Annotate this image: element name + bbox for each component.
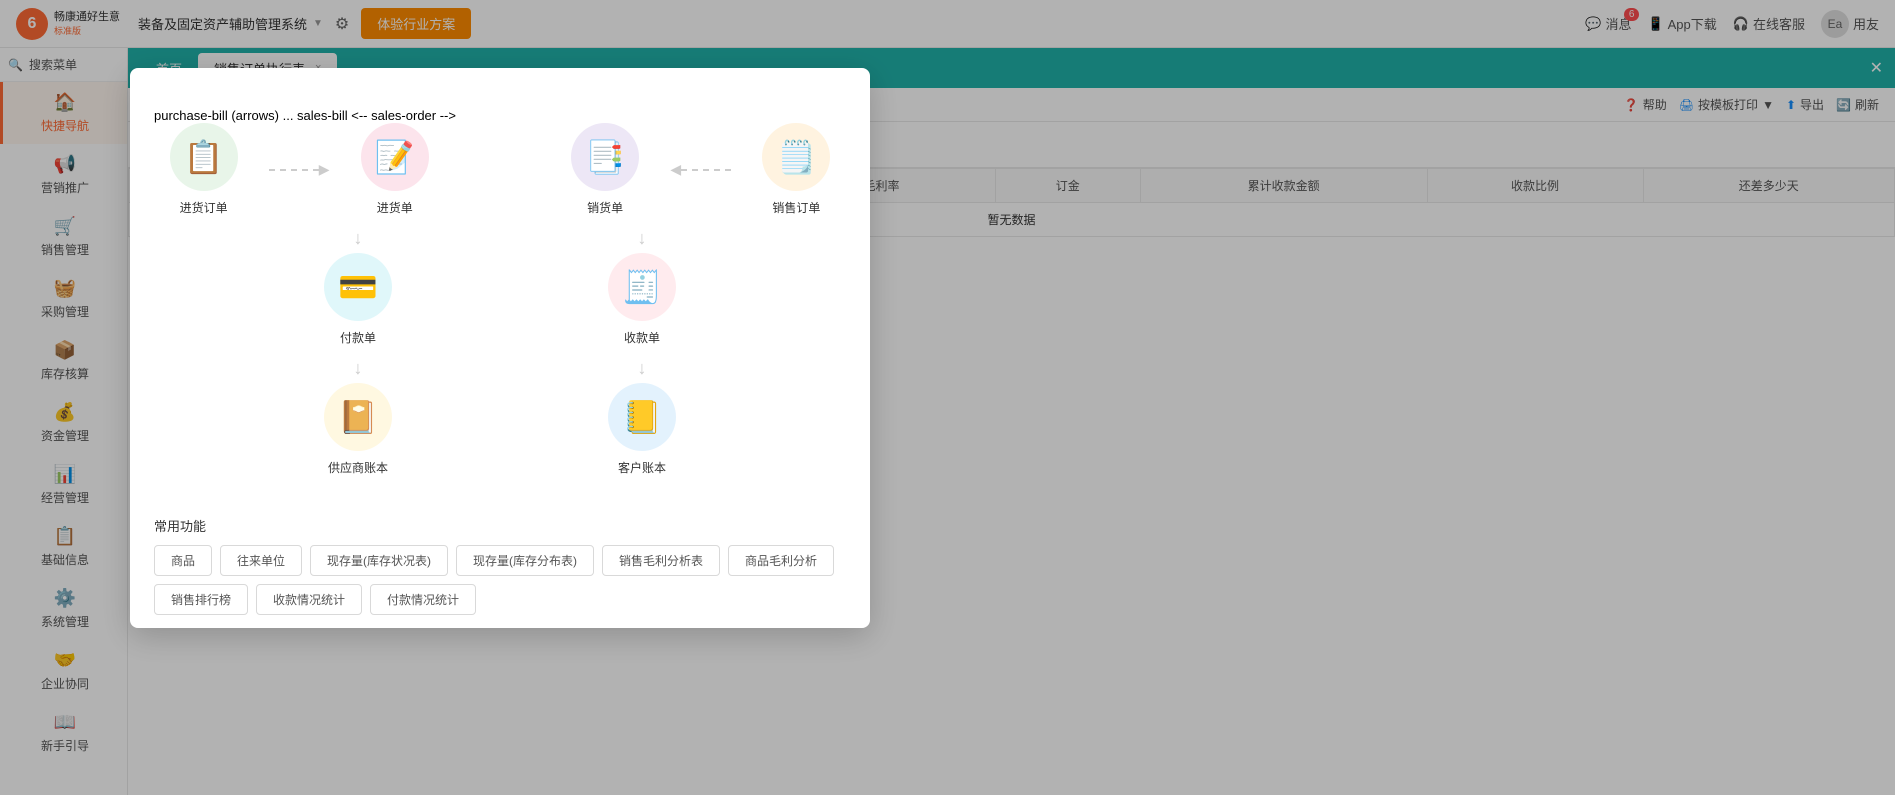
func-btn-sales-gross[interactable]: 销售毛利分析表 [602, 545, 720, 576]
arrow-sb-down: ↓ [608, 228, 676, 249]
flow-node-sales-bill[interactable]: 📑 销货单 [571, 123, 639, 216]
flow-node-sales-order[interactable]: 🗒️ 销售订单 [762, 123, 830, 216]
supplier-ledger-icon: 📔 [324, 383, 392, 451]
common-functions-title: 常用功能 [154, 516, 846, 535]
func-btn-counterpart[interactable]: 往来单位 [220, 545, 302, 576]
func-btn-product-gross[interactable]: 商品毛利分析 [728, 545, 834, 576]
arrow-pb-down: ↓ [324, 228, 392, 249]
func-buttons-container2: 销售排行榜 收款情况统计 付款情况统计 [154, 584, 846, 615]
purchase-bill-icon: 📝 [361, 123, 429, 191]
sales-bill-icon: 📑 [571, 123, 639, 191]
flow-node-customer-ledger[interactable]: 📒 客户账本 [608, 383, 676, 476]
payment-icon: 💳 [324, 253, 392, 321]
flow-modal: purchase-bill (arrows) ... sales-bill <-… [130, 68, 870, 628]
customer-ledger-icon: 📒 [608, 383, 676, 451]
receipt-icon: 🧾 [608, 253, 676, 321]
arrow-so-to-sb: ◀ [670, 161, 731, 178]
func-buttons-container: 商品 往来单位 现存量(库存状况表) 现存量(库存分布表) 销售毛利分析表 商品… [154, 545, 846, 576]
flow-diagram: purchase-bill (arrows) ... sales-bill <-… [154, 92, 846, 508]
func-btn-inventory-status[interactable]: 现存量(库存状况表) [310, 545, 448, 576]
func-btn-receipt-stats[interactable]: 收款情况统计 [256, 584, 362, 615]
flow-node-supplier-ledger[interactable]: 📔 供应商账本 [324, 383, 392, 476]
func-btn-product[interactable]: 商品 [154, 545, 212, 576]
flow-node-payment[interactable]: 💳 付款单 [324, 253, 392, 346]
func-btn-sales-ranking[interactable]: 销售排行榜 [154, 584, 248, 615]
func-btn-payment-stats[interactable]: 付款情况统计 [370, 584, 476, 615]
flow-node-receipt[interactable]: 🧾 收款单 [608, 253, 676, 346]
sales-order-icon: 🗒️ [762, 123, 830, 191]
modal-overlay[interactable]: purchase-bill (arrows) ... sales-bill <-… [0, 0, 1895, 795]
func-btn-inventory-dist[interactable]: 现存量(库存分布表) [456, 545, 594, 576]
flow-node-purchase-order[interactable]: 📋 进货订单 [170, 123, 238, 216]
common-functions: 常用功能 商品 往来单位 现存量(库存状况表) 现存量(库存分布表) 销售毛利分… [154, 516, 846, 615]
arrow-pay-down: ↓ [324, 358, 392, 379]
arrow-po-to-pb: ▶ [269, 161, 330, 178]
flow-node-purchase-bill[interactable]: 📝 进货单 [361, 123, 429, 216]
arrow-rec-down: ↓ [608, 358, 676, 379]
purchase-order-icon: 📋 [170, 123, 238, 191]
